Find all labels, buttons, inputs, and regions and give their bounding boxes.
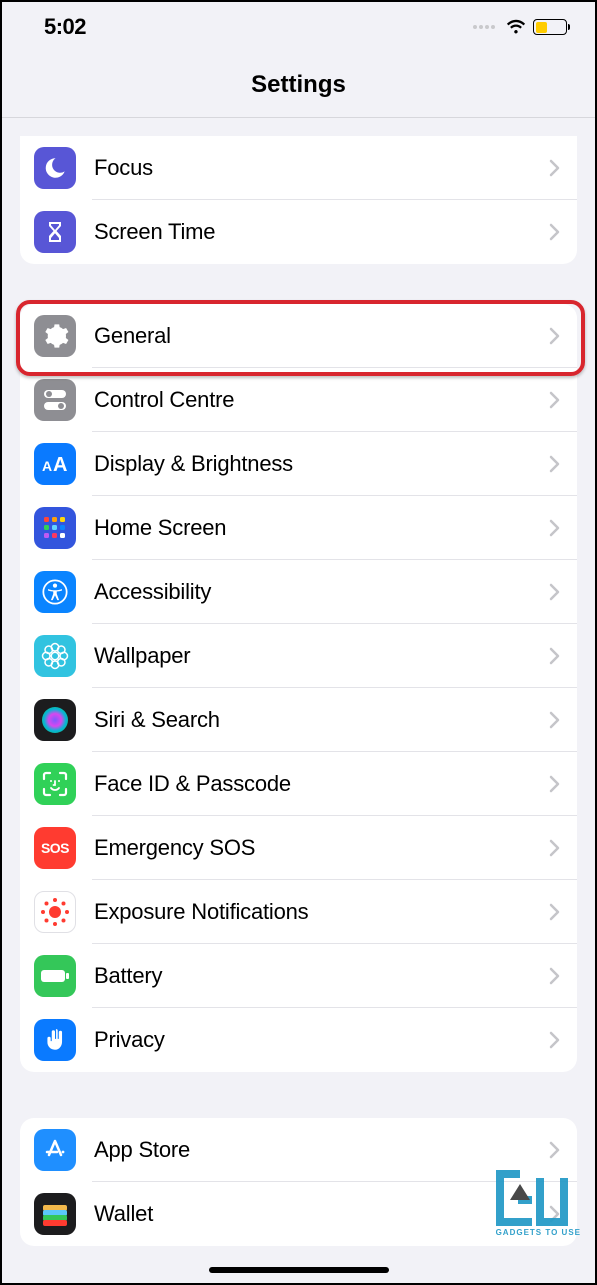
settings-row-focus[interactable]: Focus <box>20 136 577 200</box>
chevron-right-icon <box>549 327 561 345</box>
row-label: General <box>94 323 549 349</box>
watermark: GADGETS TO USE <box>496 1178 581 1237</box>
settings-row-face-id[interactable]: Face ID & Passcode <box>20 752 577 816</box>
battery-icon <box>533 19 567 35</box>
appstore-icon <box>34 1129 76 1171</box>
settings-group: App Store Wallet <box>20 1118 577 1246</box>
moon-icon <box>34 147 76 189</box>
chevron-right-icon <box>549 839 561 857</box>
settings-group: Focus Screen Time <box>20 136 577 264</box>
row-label: Emergency SOS <box>94 835 549 861</box>
settings-row-battery[interactable]: Battery <box>20 944 577 1008</box>
row-label: Battery <box>94 963 549 989</box>
settings-row-general[interactable]: General <box>20 304 577 368</box>
text-size-icon: AA <box>34 443 76 485</box>
settings-row-wallpaper[interactable]: Wallpaper <box>20 624 577 688</box>
status-indicators <box>473 19 567 35</box>
page-title: Settings <box>251 71 346 99</box>
settings-row-exposure[interactable]: Exposure Notifications <box>20 880 577 944</box>
exposure-icon <box>34 891 76 933</box>
settings-row-wallet[interactable]: Wallet <box>20 1182 577 1246</box>
row-label: Home Screen <box>94 515 549 541</box>
cellular-signal-icon <box>473 25 495 29</box>
chevron-right-icon <box>549 1031 561 1049</box>
chevron-right-icon <box>549 1141 561 1159</box>
status-time: 5:02 <box>44 14 86 40</box>
chevron-right-icon <box>549 903 561 921</box>
settings-row-accessibility[interactable]: Accessibility <box>20 560 577 624</box>
row-label: Wallpaper <box>94 643 549 669</box>
siri-icon <box>34 699 76 741</box>
row-label: Face ID & Passcode <box>94 771 549 797</box>
settings-row-screen-time[interactable]: Screen Time <box>20 200 577 264</box>
row-label: Screen Time <box>94 219 549 245</box>
row-label: Wallet <box>94 1201 549 1227</box>
settings-row-home-screen[interactable]: Home Screen <box>20 496 577 560</box>
accessibility-icon <box>34 571 76 613</box>
hand-icon <box>34 1019 76 1061</box>
row-label: Privacy <box>94 1027 549 1053</box>
wallet-icon <box>34 1193 76 1235</box>
svg-text:A: A <box>42 458 52 474</box>
row-label: Control Centre <box>94 387 549 413</box>
settings-row-siri-search[interactable]: Siri & Search <box>20 688 577 752</box>
header: Settings <box>2 52 595 118</box>
battery-icon <box>34 955 76 997</box>
row-label: App Store <box>94 1137 549 1163</box>
status-bar: 5:02 <box>2 2 595 52</box>
flower-icon <box>34 635 76 677</box>
chevron-right-icon <box>549 967 561 985</box>
hourglass-icon <box>34 211 76 253</box>
row-label: Focus <box>94 155 549 181</box>
svg-text:A: A <box>53 454 67 475</box>
settings-row-app-store[interactable]: App Store <box>20 1118 577 1182</box>
chevron-right-icon <box>549 391 561 409</box>
chevron-right-icon <box>549 711 561 729</box>
watermark-text: GADGETS TO USE <box>496 1228 581 1237</box>
chevron-right-icon <box>549 223 561 241</box>
faceid-icon <box>34 763 76 805</box>
chevron-right-icon <box>549 455 561 473</box>
device-frame: 5:02 Settings Focus Screen Time General Con… <box>0 0 597 1285</box>
switches-icon <box>34 379 76 421</box>
svg-text:SOS: SOS <box>41 840 69 856</box>
chevron-right-icon <box>549 519 561 537</box>
sos-icon: SOS <box>34 827 76 869</box>
row-label: Exposure Notifications <box>94 899 549 925</box>
settings-row-control-centre[interactable]: Control Centre <box>20 368 577 432</box>
wifi-icon <box>505 19 527 35</box>
home-indicator[interactable] <box>209 1267 389 1273</box>
chevron-right-icon <box>549 647 561 665</box>
settings-row-emergency-sos[interactable]: SOS Emergency SOS <box>20 816 577 880</box>
apps-grid-icon <box>34 507 76 549</box>
chevron-right-icon <box>549 775 561 793</box>
row-label: Accessibility <box>94 579 549 605</box>
settings-scroll[interactable]: Focus Screen Time General Control Centre AA D… <box>2 136 595 1246</box>
settings-row-display-brightness[interactable]: AA Display & Brightness <box>20 432 577 496</box>
chevron-right-icon <box>549 583 561 601</box>
gear-icon <box>34 315 76 357</box>
settings-row-privacy[interactable]: Privacy <box>20 1008 577 1072</box>
row-label: Display & Brightness <box>94 451 549 477</box>
settings-group: General Control Centre AA Display & Brightn… <box>20 304 577 1072</box>
row-label: Siri & Search <box>94 707 549 733</box>
chevron-right-icon <box>549 159 561 177</box>
